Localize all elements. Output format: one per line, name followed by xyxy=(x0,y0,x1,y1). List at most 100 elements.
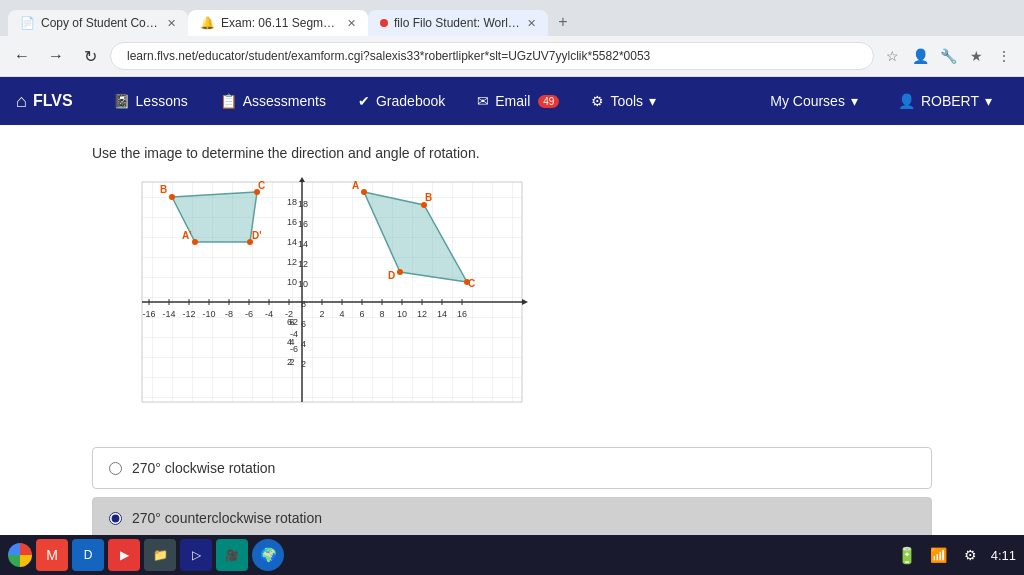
nav-my-courses[interactable]: My Courses ▾ xyxy=(754,77,874,125)
svg-text:-6: -6 xyxy=(290,344,298,354)
new-tab-button[interactable]: + xyxy=(548,8,578,36)
taskbar-docs-icon[interactable]: D xyxy=(72,539,104,571)
nav-tools[interactable]: ⚙ Tools ▾ xyxy=(575,77,672,125)
svg-text:10: 10 xyxy=(298,279,308,289)
svg-text:C: C xyxy=(468,278,475,289)
assessments-label: Assessments xyxy=(243,93,326,109)
point-D xyxy=(397,269,403,275)
svg-text:12: 12 xyxy=(298,259,308,269)
nav-email[interactable]: ✉ Email 49 xyxy=(461,77,575,125)
point-A-prime xyxy=(192,239,198,245)
nav-robert[interactable]: 👤 ROBERT ▾ xyxy=(882,77,1008,125)
robert-label: ROBERT xyxy=(921,93,979,109)
taskbar-settings-icon[interactable]: ⚙ xyxy=(959,543,983,567)
svg-text:18: 18 xyxy=(287,197,297,207)
svg-text:12: 12 xyxy=(417,309,427,319)
gradebook-icon: ✔ xyxy=(358,93,370,109)
reload-button[interactable]: ↻ xyxy=(76,42,104,70)
tab-2[interactable]: 🔔 Exam: 06.11 Segment Two Exa... ✕ xyxy=(188,10,368,36)
nav-right: My Courses ▾ 👤 ROBERT ▾ xyxy=(754,77,1008,125)
svg-text:D': D' xyxy=(252,230,262,241)
nav-gradebook[interactable]: ✔ Gradebook xyxy=(342,77,461,125)
tab-2-close[interactable]: ✕ xyxy=(347,17,356,30)
extension-icon[interactable]: 🔧 xyxy=(936,44,960,68)
taskbar-files-icon[interactable]: 📁 xyxy=(144,539,176,571)
point-A xyxy=(361,189,367,195)
tools-label: Tools xyxy=(610,93,643,109)
svg-text:14: 14 xyxy=(298,239,308,249)
flvs-logo[interactable]: ⌂ FLVS xyxy=(16,91,73,112)
radio-1[interactable] xyxy=(109,462,122,475)
question-text: Use the image to determine the direction… xyxy=(92,145,932,161)
tab-2-label: Exam: 06.11 Segment Two Exa... xyxy=(221,16,341,30)
answer-option-1[interactable]: 270° clockwise rotation xyxy=(92,447,932,489)
tab-3[interactable]: filo Filo Student: World's Only Li... ✕ xyxy=(368,10,548,36)
svg-text:2: 2 xyxy=(301,359,306,369)
taskbar-gmail-icon[interactable]: M xyxy=(36,539,68,571)
tab-3-label: filo Filo Student: World's Only Li... xyxy=(394,16,521,30)
tab-1[interactable]: 📄 Copy of Student Copy-Math Te... ✕ xyxy=(8,10,188,36)
bookmark-icon[interactable]: ☆ xyxy=(880,44,904,68)
tab-3-close[interactable]: ✕ xyxy=(527,17,536,30)
svg-text:-14: -14 xyxy=(162,309,175,319)
taskbar-youtube-icon[interactable]: ▶ xyxy=(108,539,140,571)
svg-text:A': A' xyxy=(182,230,192,241)
taskbar-chrome-icon[interactable] xyxy=(8,543,32,567)
star-icon[interactable]: ★ xyxy=(964,44,988,68)
tab-1-close[interactable]: ✕ xyxy=(167,17,176,30)
browser-chrome: 📄 Copy of Student Copy-Math Te... ✕ 🔔 Ex… xyxy=(0,0,1024,77)
back-button[interactable]: ← xyxy=(8,42,36,70)
svg-text:8: 8 xyxy=(379,309,384,319)
svg-text:12: 12 xyxy=(287,257,297,267)
coordinate-graph: -16 -14 -12 -10 -8 -6 -4 -2 2 4 6 8 10 1… xyxy=(92,177,532,427)
svg-marker-3 xyxy=(522,299,528,305)
nav-lessons[interactable]: 📓 Lessons xyxy=(97,77,204,125)
taskbar: M D ▶ 📁 ▷ 🎥 🌍 🔋 📶 ⚙ 4:11 xyxy=(0,535,1024,575)
svg-text:-8: -8 xyxy=(225,309,233,319)
svg-text:-10: -10 xyxy=(202,309,215,319)
nav-assessments[interactable]: 📋 Assessments xyxy=(204,77,342,125)
tab-1-label: Copy of Student Copy-Math Te... xyxy=(41,16,161,30)
flvs-logo-text: FLVS xyxy=(33,92,73,110)
svg-marker-4 xyxy=(299,177,305,182)
radio-2[interactable] xyxy=(109,512,122,525)
tab-bar: 📄 Copy of Student Copy-Math Te... ✕ 🔔 Ex… xyxy=(0,0,1024,36)
filo-dot xyxy=(380,19,388,27)
svg-text:6: 6 xyxy=(301,319,306,329)
address-input[interactable] xyxy=(110,42,874,70)
svg-text:A: A xyxy=(352,180,359,191)
svg-text:-4: -4 xyxy=(265,309,273,319)
lessons-label: Lessons xyxy=(136,93,188,109)
svg-text:8: 8 xyxy=(301,299,306,309)
email-label: Email xyxy=(495,93,530,109)
svg-text:B: B xyxy=(160,184,167,195)
svg-text:-16: -16 xyxy=(142,309,155,319)
svg-text:-2: -2 xyxy=(290,317,298,327)
tools-dropdown-icon: ▾ xyxy=(649,93,656,109)
menu-icon[interactable]: ⋮ xyxy=(992,44,1016,68)
svg-text:16: 16 xyxy=(298,219,308,229)
my-courses-label: My Courses xyxy=(770,93,845,109)
flvs-nav: ⌂ FLVS 📓 Lessons 📋 Assessments ✔ Gradebo… xyxy=(0,77,1024,125)
robert-icon: 👤 xyxy=(898,93,915,109)
svg-text:4: 4 xyxy=(301,339,306,349)
svg-text:6: 6 xyxy=(359,309,364,319)
svg-text:18: 18 xyxy=(298,199,308,209)
taskbar-wifi-icon: 📶 xyxy=(927,543,951,567)
point-B-prime xyxy=(169,194,175,200)
taskbar-meet-icon[interactable]: 🎥 xyxy=(216,539,248,571)
taskbar-play-icon[interactable]: ▷ xyxy=(180,539,212,571)
taskbar-earth-icon[interactable]: 🌍 xyxy=(252,539,284,571)
svg-text:16: 16 xyxy=(287,217,297,227)
svg-text:2: 2 xyxy=(319,309,324,319)
taskbar-battery-icon: 🔋 xyxy=(895,543,919,567)
address-icons: ☆ 👤 🔧 ★ ⋮ xyxy=(880,44,1016,68)
graph-container: -16 -14 -12 -10 -8 -6 -4 -2 2 4 6 8 10 1… xyxy=(92,177,932,427)
account-icon[interactable]: 👤 xyxy=(908,44,932,68)
answer-option-2[interactable]: 270° counterclockwise rotation xyxy=(92,497,932,539)
taskbar-time: 4:11 xyxy=(991,548,1016,563)
taskbar-right: 🔋 📶 ⚙ 4:11 xyxy=(895,543,1016,567)
answer-label-2: 270° counterclockwise rotation xyxy=(132,510,322,526)
forward-button[interactable]: → xyxy=(42,42,70,70)
nav-items: 📓 Lessons 📋 Assessments ✔ Gradebook ✉ Em… xyxy=(97,77,755,125)
